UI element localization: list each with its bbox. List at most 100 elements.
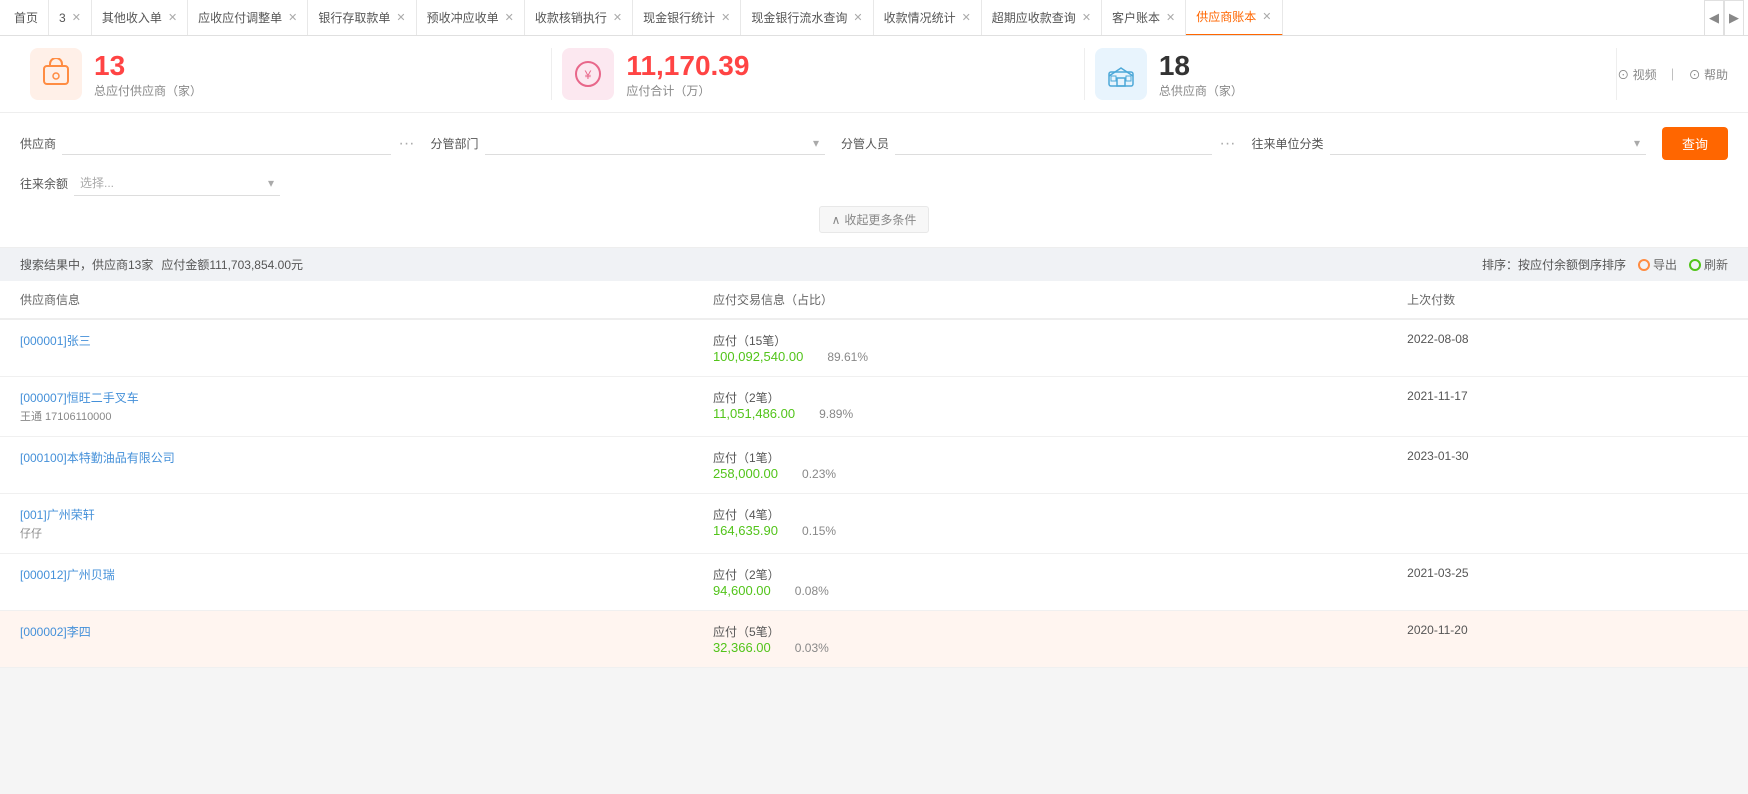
nav-tab-home-label: 首页 bbox=[14, 9, 38, 26]
payable-amount-value[interactable]: 11,051,486.00 bbox=[713, 406, 795, 421]
supplier-filter-label: 供应商 bbox=[20, 135, 56, 152]
last-payment-date-cell: 2023-01-30 bbox=[1387, 437, 1748, 494]
nav-prev-arrow[interactable]: ◀ bbox=[1704, 0, 1724, 36]
close-icon[interactable]: ✕ bbox=[396, 11, 405, 24]
video-link[interactable]: ⊙ 视频 bbox=[1617, 66, 1656, 83]
sort-label[interactable]: 排序：按应付余额倒序排序 bbox=[1482, 256, 1626, 273]
filter-dept: 分管部门 ▾ bbox=[431, 132, 826, 155]
nav-tab-overdue-query[interactable]: 超期应收款查询 ✕ bbox=[982, 0, 1102, 36]
nav-tab-bank-deposit[interactable]: 银行存取款单 ✕ bbox=[308, 0, 416, 36]
dept-select[interactable]: ▾ bbox=[485, 132, 825, 155]
payable-icon: ¥ bbox=[562, 48, 614, 100]
nav-tab-cash-flow-query[interactable]: 现金银行流水查询 ✕ bbox=[741, 0, 873, 36]
export-action[interactable]: 导出 bbox=[1638, 256, 1677, 273]
supplier-link[interactable]: [001]广州荣轩 bbox=[20, 508, 95, 522]
nav-tab-3[interactable]: 3 ✕ bbox=[49, 0, 92, 36]
close-icon[interactable]: ✕ bbox=[1262, 10, 1271, 23]
close-icon[interactable]: ✕ bbox=[962, 11, 971, 24]
close-icon[interactable]: ✕ bbox=[1082, 11, 1091, 24]
nav-tab-customer-ledger[interactable]: 客户账本 ✕ bbox=[1102, 0, 1186, 36]
nav-tab-receipt-stats-label: 收款情况统计 bbox=[884, 9, 956, 26]
payable-percent: 0.08% bbox=[795, 584, 829, 598]
col-last-payment: 上次付数 bbox=[1387, 281, 1748, 319]
close-icon[interactable]: ✕ bbox=[288, 11, 297, 24]
supplier-link[interactable]: [000007]恒旺二手叉车 bbox=[20, 391, 139, 405]
nav-tab-payment-verify-label: 收款核销执行 bbox=[535, 9, 607, 26]
supplier-info-cell: [001]广州荣轩仔仔 bbox=[0, 494, 693, 554]
person-picker-icon[interactable]: ··· bbox=[1220, 135, 1236, 153]
dept-filter-label: 分管部门 bbox=[431, 135, 479, 152]
person-input[interactable] bbox=[895, 132, 1212, 155]
close-icon[interactable]: ✕ bbox=[168, 11, 177, 24]
chevron-down-icon: ▾ bbox=[813, 136, 819, 150]
vendors-icon bbox=[1095, 48, 1147, 100]
last-payment-date-cell: 2021-03-25 bbox=[1387, 554, 1748, 611]
payable-label: 应付（2笔） bbox=[713, 566, 1367, 583]
summary-payable-info: 11,170.39 应付合计（万） bbox=[626, 49, 749, 100]
supplier-input[interactable] bbox=[62, 132, 391, 155]
payable-amount-value[interactable]: 258,000.00 bbox=[713, 466, 778, 481]
filter-person: 分管人员 ··· bbox=[841, 132, 1236, 155]
payable-info-cell: 应付（15笔）100,092,540.0089.61% bbox=[693, 319, 1387, 377]
filter-supplier: 供应商 ··· bbox=[20, 132, 415, 155]
filter-category: 往来单位分类 ▾ bbox=[1252, 132, 1647, 155]
nav-tab-advance-receipt[interactable]: 预收冲应收单 ✕ bbox=[417, 0, 525, 36]
supplier-link[interactable]: [000100]本特勤油品有限公司 bbox=[20, 451, 175, 465]
close-icon[interactable]: ✕ bbox=[505, 11, 514, 24]
payable-amount-value[interactable]: 164,635.90 bbox=[713, 523, 778, 538]
supplier-link[interactable]: [000001]张三 bbox=[20, 334, 91, 348]
category-filter-label: 往来单位分类 bbox=[1252, 135, 1324, 152]
payable-percent: 0.15% bbox=[802, 524, 836, 538]
refresh-label: 刷新 bbox=[1704, 256, 1728, 273]
refresh-action[interactable]: 刷新 bbox=[1689, 256, 1728, 273]
close-icon[interactable]: ✕ bbox=[853, 11, 862, 24]
nav-tab-adjustment[interactable]: 应收应付调整单 ✕ bbox=[188, 0, 308, 36]
collapse-button[interactable]: ∧ 收起更多条件 bbox=[819, 206, 930, 233]
table-row: [000001]张三应付（15笔）100,092,540.0089.61%202… bbox=[0, 319, 1748, 377]
table-row: [000100]本特勤油品有限公司应付（1笔）258,000.000.23%20… bbox=[0, 437, 1748, 494]
nav-next-arrow[interactable]: ▶ bbox=[1724, 0, 1744, 36]
nav-tab-other-income[interactable]: 其他收入单 ✕ bbox=[92, 0, 188, 36]
table-header-row: 供应商信息 应付交易信息（占比） 上次付数 bbox=[0, 281, 1748, 319]
close-icon[interactable]: ✕ bbox=[72, 11, 81, 24]
payable-amount-value[interactable]: 94,600.00 bbox=[713, 583, 771, 598]
chevron-down-icon: ▾ bbox=[1634, 136, 1640, 150]
table-row: [000007]恒旺二手叉车王通 17106110000应付（2笔）11,051… bbox=[0, 377, 1748, 437]
payable-amount-value[interactable]: 32,366.00 bbox=[713, 640, 771, 655]
query-button[interactable]: 查询 bbox=[1662, 127, 1728, 160]
close-icon[interactable]: ✕ bbox=[721, 11, 730, 24]
supplier-table: 供应商信息 应付交易信息（占比） 上次付数 [000001]张三应付（15笔）1… bbox=[0, 281, 1748, 668]
category-select[interactable]: ▾ bbox=[1330, 132, 1646, 155]
nav-tab-home[interactable]: 首页 bbox=[4, 0, 49, 36]
payable-percent: 89.61% bbox=[827, 350, 868, 364]
supplier-link[interactable]: [000012]广州贝瑞 bbox=[20, 568, 115, 582]
nav-tab-cash-flow-query-label: 现金银行流水查询 bbox=[751, 9, 847, 26]
supplier-picker-icon[interactable]: ··· bbox=[399, 135, 415, 153]
payable-label: 应付合计（万） bbox=[626, 82, 749, 99]
nav-tab-receipt-stats[interactable]: 收款情况统计 ✕ bbox=[874, 0, 982, 36]
payable-info-cell: 应付（2笔）11,051,486.009.89% bbox=[693, 377, 1387, 437]
close-icon[interactable]: ✕ bbox=[1166, 11, 1175, 24]
payable-percent: 0.03% bbox=[795, 641, 829, 655]
summary-payable-total: ¥ 11,170.39 应付合计（万） bbox=[552, 48, 1084, 100]
close-icon[interactable]: ✕ bbox=[613, 11, 622, 24]
payable-info-cell: 应付（2笔）94,600.00 0.08% bbox=[693, 554, 1387, 611]
last-payment-date-cell: 2020-11-20 bbox=[1387, 611, 1748, 668]
data-table-wrap: 供应商信息 应付交易信息（占比） 上次付数 [000001]张三应付（15笔）1… bbox=[0, 281, 1748, 668]
nav-tab-cash-bank-stats[interactable]: 现金银行统计 ✕ bbox=[633, 0, 741, 36]
nav-tab-payment-verify[interactable]: 收款核销执行 ✕ bbox=[525, 0, 633, 36]
supplier-info-cell: [000100]本特勤油品有限公司 bbox=[0, 437, 693, 494]
nav-tab-advance-receipt-label: 预收冲应收单 bbox=[427, 9, 499, 26]
refresh-dot-icon bbox=[1689, 259, 1701, 271]
supplier-link[interactable]: [000002]李四 bbox=[20, 625, 91, 639]
help-link[interactable]: ⊙ 帮助 bbox=[1689, 66, 1728, 83]
payable-amount-value[interactable]: 100,092,540.00 bbox=[713, 349, 803, 364]
nav-tab-supplier-ledger[interactable]: 供应商账本 ✕ bbox=[1186, 0, 1282, 36]
payable-percent: 0.23% bbox=[802, 467, 836, 481]
export-label: 导出 bbox=[1653, 256, 1677, 273]
suppliers-icon bbox=[30, 48, 82, 100]
supplier-info-cell: [000007]恒旺二手叉车王通 17106110000 bbox=[0, 377, 693, 437]
top-right-links: ⊙ 视频 ｜ ⊙ 帮助 bbox=[1617, 66, 1728, 83]
result-amount: 应付金额111,703,854.00元 bbox=[161, 256, 303, 273]
balance-select[interactable]: 选择... ▾ bbox=[74, 170, 280, 196]
